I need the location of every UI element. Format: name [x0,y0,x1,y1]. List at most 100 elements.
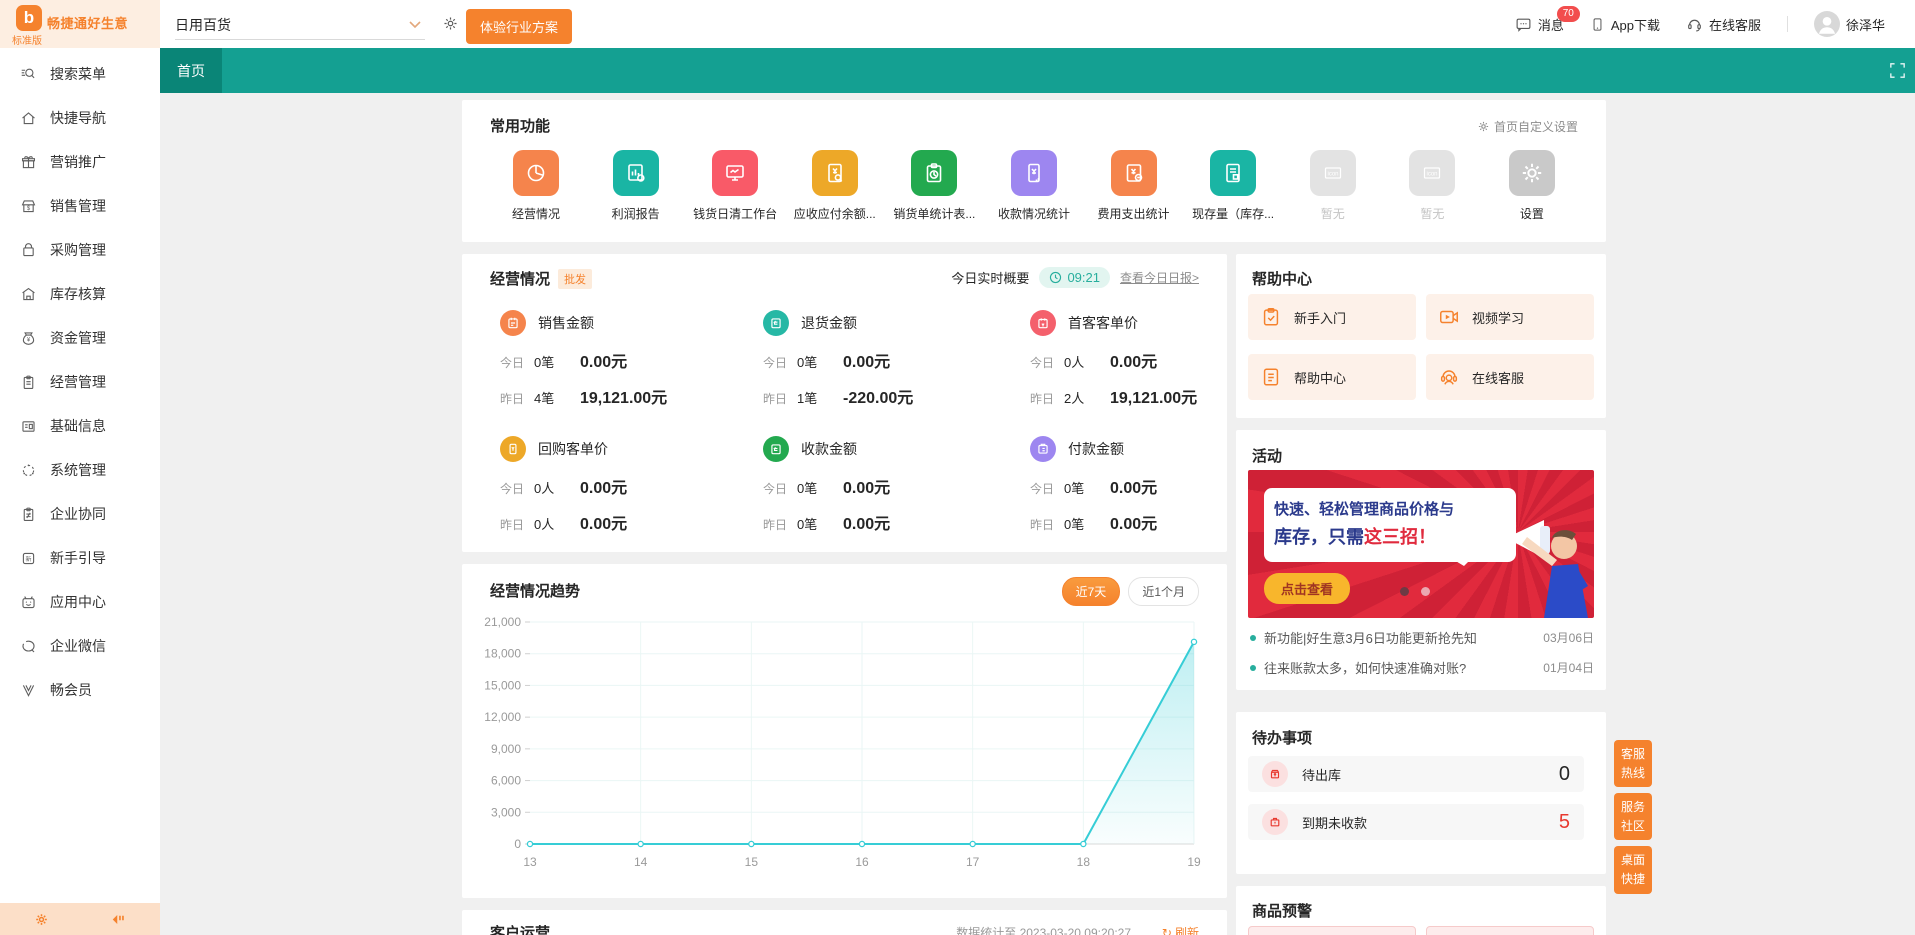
svg-text:17: 17 [966,855,980,869]
help-center-title: 帮助中心 [1252,271,1313,288]
todo-pending-outbound[interactable]: 待出库 0 [1248,756,1584,792]
quick-functions-card: 常用功能 首页自定义设置 经营情况 利润报告 钱货日清工作台 应收应付余额... [462,100,1606,242]
range-7days-button[interactable]: 近7天 [1061,577,1121,606]
messages-button[interactable]: 消息 70 [1515,5,1580,34]
help-getting-started[interactable]: 新手入门 [1248,294,1416,340]
qf-payable-receivable[interactable]: 应收应付余额... [789,150,881,222]
daily-report-link[interactable]: 查看今日日报> [1120,269,1199,286]
help-center-docs[interactable]: 帮助中心 [1248,354,1416,400]
stat-icon [1030,310,1056,336]
tabbar: 首页 [160,48,1915,93]
user-menu[interactable]: 徐泽华 [1813,11,1885,37]
sidebar-item-label: 营销推广 [50,154,106,170]
tab-home[interactable]: 首页 [160,48,222,93]
overdue-case-icon [1262,809,1288,835]
qf-sales-order-stats[interactable]: 销货单统计表... [888,150,980,222]
sidebar-item-marketing[interactable]: 营销推广 [0,140,160,184]
banner-view-button[interactable]: 点击查看 [1264,573,1351,604]
range-1month-button[interactable]: 近1个月 [1128,577,1199,606]
sidebar-item-base-info[interactable]: 基础信息 [0,404,160,448]
svg-text:3,000: 3,000 [491,805,521,819]
sidebar-item-search-menu[interactable]: 搜索菜单 [0,52,160,96]
sidebar-item-beginner-guide[interactable]: 新 新手引导 [0,536,160,580]
sidebar-item-system[interactable]: 系统管理 [0,448,160,492]
sidebar-item-operations[interactable]: 经营管理 [0,360,160,404]
qf-profit-report[interactable]: 利润报告 [590,150,682,222]
fullscreen-icon[interactable] [1890,63,1905,78]
account-select[interactable]: 日用百货 [175,10,425,40]
sidebar-item-sales[interactable]: $ 销售管理 [0,184,160,228]
carousel-dot[interactable] [1400,587,1409,596]
message-icon [1515,16,1532,33]
shop-dollar-icon: $ [20,198,37,215]
settings-gear-icon[interactable] [34,912,49,927]
svg-text:12,000: 12,000 [484,710,521,724]
activity-title: 活动 [1252,448,1283,465]
carousel-dot[interactable] [1421,587,1430,596]
todo-overdue-receivables[interactable]: 到期未收款 5 [1248,804,1584,840]
stat-first-customer-price: 首客客单价 今日 0人 0.00元 昨日 2人 19,121.00元 [1030,310,1270,408]
clock-icon [1050,271,1062,284]
stat-return-amount: 退货金额 今日 0笔 0.00元 昨日 1笔 -220.00元 [763,310,1003,408]
support-headset-icon [1438,366,1460,388]
stat-icon [763,310,789,336]
sidebar-item-label: 企业微信 [50,638,106,654]
svg-text:21,000: 21,000 [484,615,521,629]
help-video-learning[interactable]: 视频学习 [1426,294,1594,340]
experience-solution-button[interactable]: 体验行业方案 [466,9,573,44]
doc-search-icon [811,150,858,196]
sidebar-item-inventory[interactable]: 库存核算 [0,272,160,316]
app-download-button[interactable]: App下载 [1590,15,1660,34]
sidebar-item-funds[interactable]: ¥ 资金管理 [0,316,160,360]
svg-text:¥: ¥ [27,337,31,343]
service-community-button[interactable]: 服务社区 [1614,793,1652,841]
qf-placeholder[interactable]: icon 暂无 [1287,150,1379,222]
sidebar-item-member[interactable]: 畅会员 [0,668,160,712]
clipboard-clock-icon [911,150,958,196]
logo-block: b 畅捷通好生意 标准版 [0,0,160,48]
time-pill: 09:21 [1039,267,1110,288]
account-settings-gear-icon[interactable] [442,15,459,32]
chevron-down-icon [409,20,421,29]
sidebar-item-purchase[interactable]: 采购管理 [0,228,160,272]
refresh-button[interactable]: ↻ 刷新 [1162,924,1199,935]
home-customize-button[interactable]: 首页自定义设置 [1477,118,1578,135]
sidebar-item-label: 应用中心 [50,594,106,610]
qf-stock-on-hand[interactable]: 现存量（库存... [1187,150,1279,222]
headset-icon [1686,16,1703,33]
stat-repeat-customer-price: 回购客单价 今日 0人 0.00元 昨日 0人 0.00元 [500,436,740,534]
news-item[interactable]: 往来账款太多，如何快速准确对账? 01月04日 [1250,658,1594,677]
qf-expense-stats[interactable]: 费用支出统计 [1088,150,1180,222]
alert-box[interactable] [1248,926,1416,935]
bullet-icon [1250,634,1256,641]
alert-box[interactable] [1426,926,1594,935]
news-item[interactable]: 新功能|好生意3月6日功能更新抢先知 03月06日 [1250,628,1594,647]
qf-collection-stats[interactable]: 收款情况统计 [988,150,1080,222]
home-customize-label: 首页自定义设置 [1493,120,1578,134]
sidebar-item-wechat[interactable]: 企业微信 [0,624,160,668]
qf-daily-workbench[interactable]: 钱货日清工作台 [689,150,781,222]
qf-settings[interactable]: 设置 [1486,150,1578,222]
qf-business-overview[interactable]: 经营情况 [490,150,582,222]
sidebar-item-app-center[interactable]: 应用中心 [0,580,160,624]
account-select-value: 日用百货 [175,16,231,33]
desktop-shortcut-button[interactable]: 桌面快捷 [1614,846,1652,894]
carousel-dots [1400,587,1430,596]
topbar: 日用百货 体验行业方案 消息 70 App下载 在线客服 徐泽华 [160,0,1915,48]
online-service-button[interactable]: 在线客服 [1686,15,1761,34]
trend-chart-card: 经营情况趋势 近7天 近1个月 0 3,000 6,000 9,000 12,000 15… [462,564,1227,898]
todo-count: 0 [1558,762,1570,785]
help-online-service[interactable]: 在线客服 [1426,354,1594,400]
svg-text:6,000: 6,000 [491,774,521,788]
trend-chart-title: 经营情况趋势 [490,583,581,600]
collapse-sidebar-icon[interactable] [110,912,126,927]
help-center-card: 帮助中心 新手入门 视频学习 帮助中心 在线客服 [1236,254,1606,418]
activity-banner[interactable]: 快速、轻松管理商品价格与 库存，只需这三招！ 点击查看 [1248,470,1594,618]
sidebar-item-quick-nav[interactable]: 快捷导航 [0,96,160,140]
service-hotline-button[interactable]: 客服热线 [1614,740,1652,788]
messages-badge: 70 [1556,5,1580,22]
sidebar-nav: 搜索菜单 快捷导航 营销推广 $ 销售管理 采购管理 库存核算 ¥ 资金管理 经… [0,48,160,712]
qf-placeholder[interactable]: icon 暂无 [1386,150,1478,222]
sidebar-item-collaboration[interactable]: 企业协同 [0,492,160,536]
placeholder-icon: icon [1409,150,1456,196]
